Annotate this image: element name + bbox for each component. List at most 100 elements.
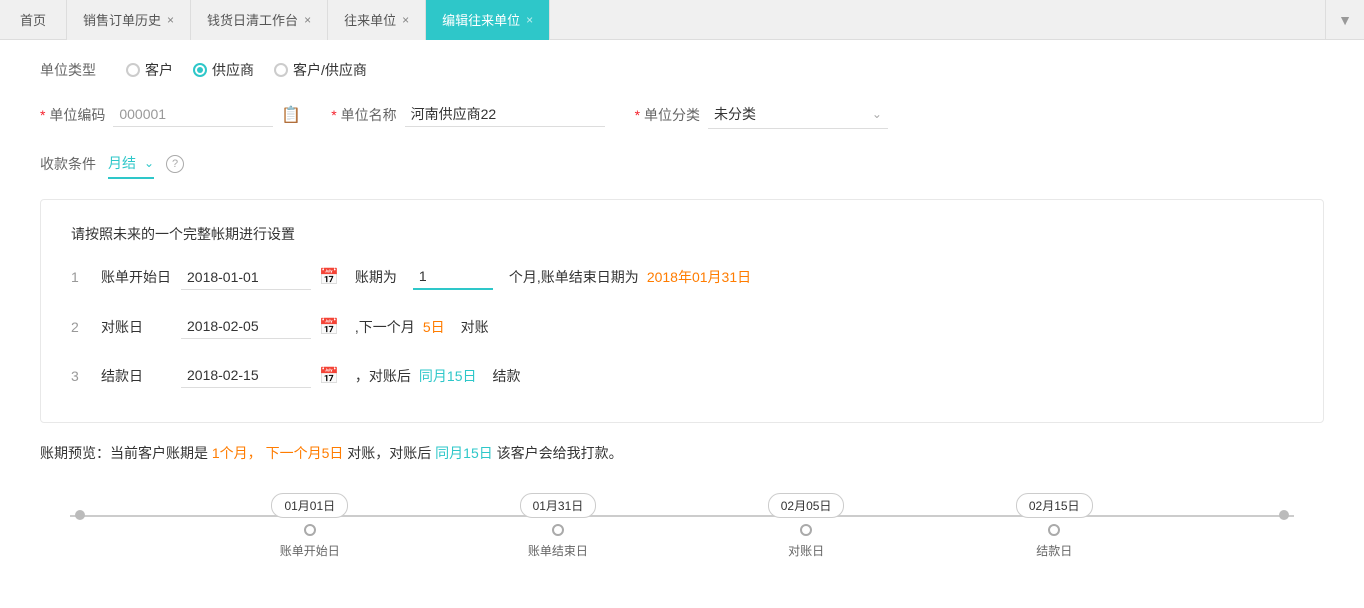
period-suffix-post-1: 个月,账单结束日期为	[509, 267, 639, 287]
payment-condition-row: 收款条件 月结 ⌄ ?	[40, 149, 1324, 179]
payment-condition-label: 收款条件	[40, 154, 96, 174]
timeline-point-1: 01月01日 账单开始日	[271, 493, 348, 559]
period-date-field-3: 📅 ，对账后 同月15日 结款	[181, 363, 521, 388]
timeline-right-dot	[1279, 510, 1289, 520]
period-highlight-3: 同月15日	[419, 366, 477, 386]
period-calendar-icon-1[interactable]: 📅	[319, 267, 339, 287]
preview-part3: 对账，对账后	[347, 445, 431, 461]
period-suffix-pre-3: ，对账后	[355, 366, 411, 386]
period-label-2: 对账日	[101, 317, 181, 337]
tab-edit-partner[interactable]: 编辑往来单位 ×	[426, 0, 550, 40]
timeline-right-end	[1264, 493, 1304, 520]
tab-edit-partner-close-icon[interactable]: ×	[526, 13, 533, 27]
period-date-input-3[interactable]	[181, 363, 311, 388]
unit-type-radio-group: 客户 供应商 客户/供应商	[126, 60, 367, 80]
period-row-1: 1 账单开始日 📅 账期为 个月,账单结束日期为 2018年01月31日	[71, 264, 1293, 290]
timeline-points: 01月01日 账单开始日 01月31日 账单结束日 02月05日 对账日 02月…	[60, 493, 1304, 559]
radio-supplier[interactable]: 供应商	[193, 60, 254, 80]
period-label-3: 结款日	[101, 366, 181, 386]
period-date-field-2: 📅 ,下一个月 5日 对账	[181, 314, 489, 339]
unit-class-label: 单位分类	[635, 105, 700, 125]
timeline-left-dot	[75, 510, 85, 520]
timeline-label-3: 对账日	[788, 542, 824, 559]
timeline-dot-1	[304, 524, 316, 536]
timeline-point-3: 02月05日 对账日	[768, 493, 845, 559]
period-row-3: 3 结款日 📅 ，对账后 同月15日 结款	[71, 363, 1293, 388]
timeline-section: 01月01日 账单开始日 01月31日 账单结束日 02月05日 对账日 02月…	[40, 493, 1324, 559]
radio-customer-circle	[126, 63, 140, 77]
radio-customer[interactable]: 客户	[126, 60, 173, 80]
timeline-left-end	[60, 493, 100, 520]
preview-part5: 该客户会给我打款。	[497, 445, 623, 461]
tab-edit-partner-label: 编辑往来单位	[442, 10, 520, 29]
unit-type-label: 单位类型	[40, 60, 96, 80]
timeline-label-4: 结款日	[1036, 542, 1072, 559]
period-index-2: 2	[71, 319, 101, 335]
period-highlight-2: 5日	[423, 317, 445, 337]
timeline-dot-4	[1048, 524, 1060, 536]
tab-partner-label: 往来单位	[344, 10, 396, 29]
timeline-dot-2	[552, 524, 564, 536]
period-index-1: 1	[71, 269, 101, 285]
unit-class-value: 未分类	[714, 104, 866, 124]
radio-both-circle	[274, 63, 288, 77]
tab-sales-order-history[interactable]: 销售订单历史 ×	[67, 0, 191, 40]
tab-cash-reconciliation[interactable]: 钱货日清工作台 ×	[191, 0, 328, 40]
unit-class-select[interactable]: 未分类 ⌄	[708, 100, 888, 129]
radio-supplier-label: 供应商	[212, 60, 254, 80]
payment-condition-chevron-icon: ⌄	[144, 156, 154, 170]
timeline-badge-1: 01月01日	[271, 493, 348, 518]
card-title: 请按照未来的一个完整帐期进行设置	[71, 224, 1293, 244]
payment-condition-select[interactable]: 月结 ⌄	[108, 149, 154, 179]
tab-partner-close-icon[interactable]: ×	[402, 13, 409, 27]
preview-text: 账期预览：当前客户账期是 1个月， 下一个月5日 对账，对账后 同月15日 该客…	[40, 443, 1324, 463]
tab-partner-units[interactable]: 往来单位 ×	[328, 0, 426, 40]
tab-sales-order-close-icon[interactable]: ×	[167, 13, 174, 27]
preview-part2: 下一个月5日	[266, 445, 344, 461]
period-label-1: 账单开始日	[101, 267, 181, 287]
period-date-input-1[interactable]	[181, 265, 311, 290]
period-calendar-icon-2[interactable]: 📅	[319, 317, 339, 337]
period-suffix-pre-2: ,下一个月	[355, 317, 415, 337]
period-calendar-icon-3[interactable]: 📅	[319, 366, 339, 386]
payment-condition-value: 月结	[108, 153, 136, 173]
tabs-bar: 首页 销售订单历史 × 钱货日清工作台 × 往来单位 × 编辑往来单位 × ▼	[0, 0, 1364, 40]
period-months-input[interactable]	[413, 264, 493, 290]
unit-name-input[interactable]	[405, 102, 605, 127]
timeline-point-4: 02月15日 结款日	[1016, 493, 1093, 559]
code-name-class-row: 单位编码 📋 单位名称 单位分类 未分类 ⌄	[40, 100, 1324, 129]
tab-sales-order-label: 销售订单历史	[83, 10, 161, 29]
period-suffix-pre-1: 账期为	[355, 267, 397, 287]
timeline-badge-2: 01月31日	[520, 493, 597, 518]
period-settings-card: 请按照未来的一个完整帐期进行设置 1 账单开始日 📅 账期为 个月,账单结束日期…	[40, 199, 1324, 423]
tab-cash-close-icon[interactable]: ×	[304, 13, 311, 27]
period-row-2: 2 对账日 📅 ,下一个月 5日 对账	[71, 314, 1293, 339]
period-end-date-1: 2018年01月31日	[647, 267, 751, 287]
tab-cash-label: 钱货日清工作台	[207, 10, 298, 29]
unit-code-copy-icon[interactable]: 📋	[281, 105, 301, 125]
preview-part4: 同月15日	[435, 445, 493, 461]
help-icon[interactable]: ?	[166, 155, 184, 173]
period-suffix-post-2: 对账	[461, 317, 489, 337]
unit-class-group: 单位分类 未分类 ⌄	[635, 100, 888, 129]
period-index-3: 3	[71, 368, 101, 384]
timeline-label-2: 账单结束日	[528, 542, 588, 559]
unit-code-input[interactable]	[113, 102, 273, 127]
period-suffix-post-3: 结款	[493, 366, 521, 386]
unit-type-row: 单位类型 客户 供应商 客户/供应商	[40, 60, 1324, 80]
preview-prefix: 账期预览：当前客户账期是	[40, 445, 208, 461]
tab-home-label: 首页	[20, 10, 46, 29]
period-date-input-2[interactable]	[181, 314, 311, 339]
period-date-field-1: 📅 账期为 个月,账单结束日期为 2018年01月31日	[181, 264, 751, 290]
tab-more-button[interactable]: ▼	[1325, 0, 1364, 40]
radio-customer-label: 客户	[145, 60, 173, 80]
tab-home[interactable]: 首页	[0, 0, 67, 40]
timeline-label-1: 账单开始日	[280, 542, 340, 559]
radio-both[interactable]: 客户/供应商	[274, 60, 367, 80]
timeline-badge-3: 02月05日	[768, 493, 845, 518]
main-content: 单位类型 客户 供应商 客户/供应商 单位编码 📋 单位名称	[0, 40, 1364, 608]
radio-supplier-circle	[193, 63, 207, 77]
timeline-point-2: 01月31日 账单结束日	[520, 493, 597, 559]
unit-name-label: 单位名称	[331, 105, 396, 125]
unit-class-chevron-icon: ⌄	[872, 107, 882, 121]
